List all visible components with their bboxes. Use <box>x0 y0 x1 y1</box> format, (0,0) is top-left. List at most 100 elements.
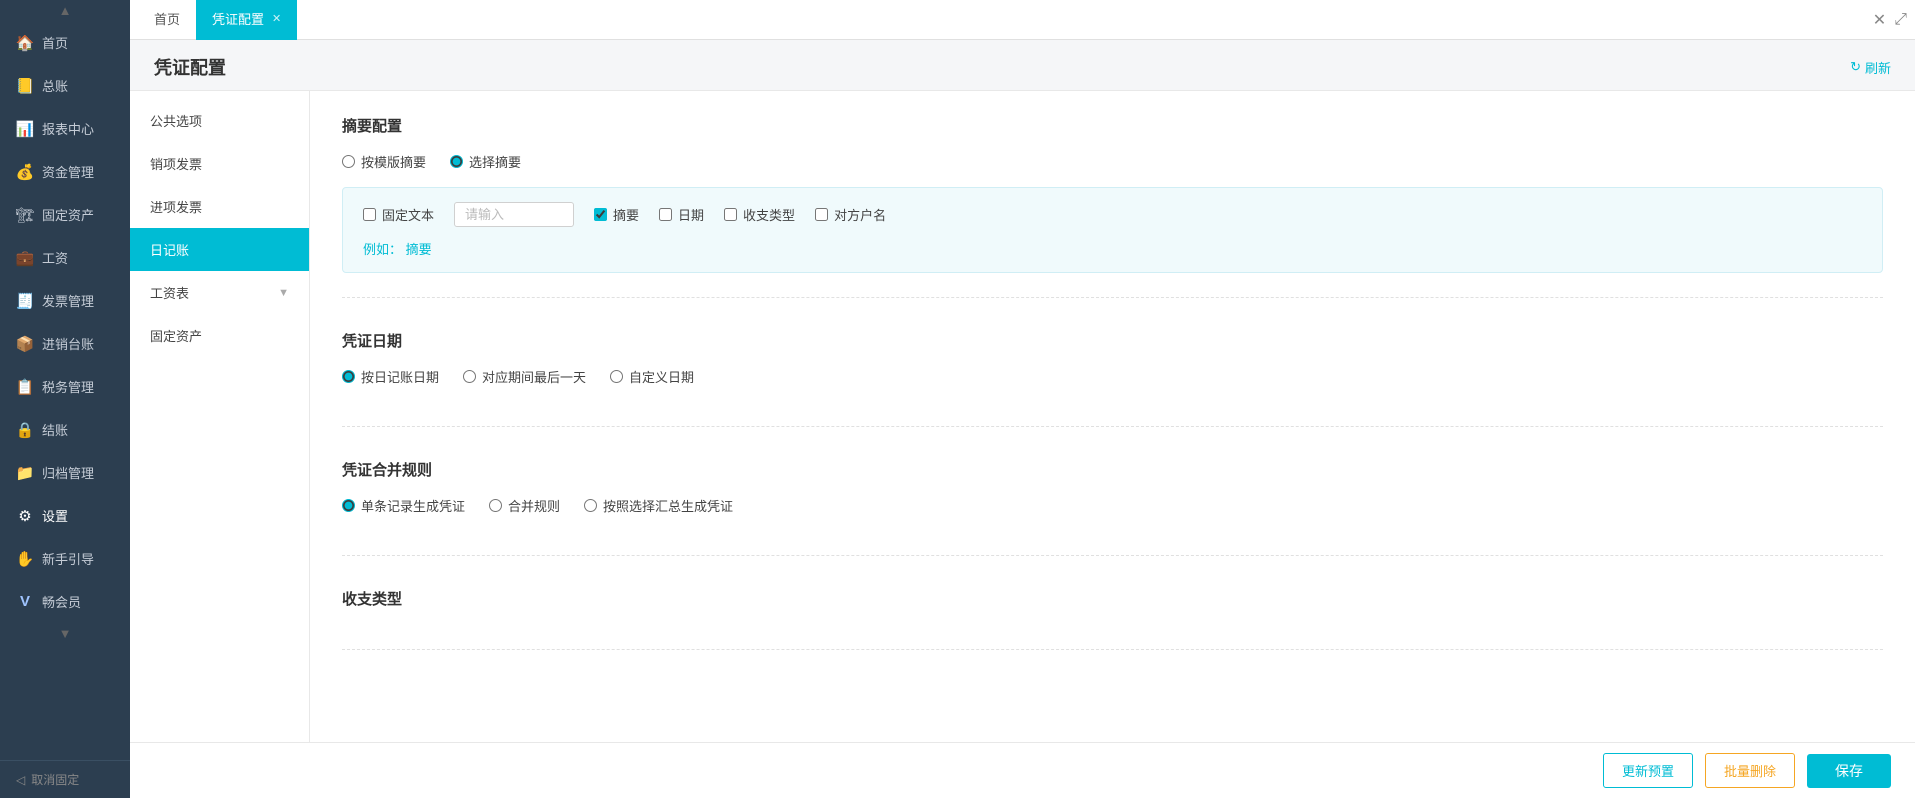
income-type-checkbox-label[interactable]: 收支类型 <box>724 205 795 224</box>
left-nav-payroll-label: 工资表 <box>150 283 189 302</box>
sidebar-label-fund: 资金管理 <box>42 162 94 181</box>
sidebar-item-salary[interactable]: 💼 工资 <box>0 236 130 279</box>
sidebar-unpin-button[interactable]: ◁ 取消固定 <box>0 760 130 798</box>
sidebar-item-settings[interactable]: ⚙ 设置 <box>0 494 130 537</box>
merge-section-title: 凭证合并规则 <box>342 459 1883 480</box>
sidebar-item-fund[interactable]: 💰 资金管理 <box>0 150 130 193</box>
tab-voucher-config-label: 凭证配置 <box>212 9 264 28</box>
tab-home[interactable]: 首页 <box>138 0 196 40</box>
refresh-label: 刷新 <box>1865 58 1891 77</box>
fixed-text-input[interactable] <box>454 202 574 227</box>
tab-close-icon[interactable]: ✕ <box>272 12 281 25</box>
sidebar-label-invoice: 发票管理 <box>42 291 94 310</box>
journal-date-label[interactable]: 按日记账日期 <box>342 367 439 386</box>
sidebar-item-member[interactable]: V 畅会员 <box>0 580 130 623</box>
sidebar-item-guide[interactable]: ✋ 新手引导 <box>0 537 130 580</box>
sidebar-item-close[interactable]: 🔒 结账 <box>0 408 130 451</box>
settings-icon: ⚙ <box>16 507 34 525</box>
fixed-text-checkbox-label[interactable]: 固定文本 <box>363 205 434 224</box>
left-nav-public-label: 公共选项 <box>150 111 202 130</box>
tab-voucher-config[interactable]: 凭证配置 ✕ <box>196 0 297 40</box>
save-button[interactable]: 保存 <box>1807 754 1891 788</box>
left-nav-journal[interactable]: 日记账 <box>130 228 309 271</box>
batch-delete-button[interactable]: 批量删除 <box>1705 753 1795 788</box>
guide-icon: ✋ <box>16 550 34 568</box>
unpin-icon: ◁ <box>16 773 25 787</box>
journal-date-radio[interactable] <box>342 370 355 383</box>
left-nav-purchase-invoice[interactable]: 进项发票 <box>130 185 309 228</box>
left-nav-fixed-asset[interactable]: 固定资产 <box>130 314 309 357</box>
purchase-icon: 📦 <box>16 335 34 353</box>
sidebar-item-asset[interactable]: 🏗 固定资产 <box>0 193 130 236</box>
summary-checkbox-group: 固定文本 摘要 日期 <box>363 202 1862 227</box>
fund-icon: 💰 <box>16 163 34 181</box>
fixed-text-checkbox[interactable] <box>363 208 376 221</box>
asset-icon: 🏗 <box>16 206 34 224</box>
sidebar-label-purchase: 进销台账 <box>42 334 94 353</box>
refresh-icon: ↻ <box>1850 59 1861 75</box>
sidebar-item-archive[interactable]: 📁 归档管理 <box>0 451 130 494</box>
sidebar-item-report[interactable]: 📊 报表中心 <box>0 107 130 150</box>
custom-date-radio[interactable] <box>610 370 623 383</box>
last-day-label[interactable]: 对应期间最后一天 <box>463 367 586 386</box>
update-preview-button[interactable]: 更新预置 <box>1603 753 1693 788</box>
summary-checkbox[interactable] <box>594 208 607 221</box>
window-close-icon[interactable]: ✕ <box>1873 10 1886 30</box>
income-type-section: 收支类型 <box>342 588 1883 650</box>
income-type-checkbox[interactable] <box>724 208 737 221</box>
sidebar-label-archive: 归档管理 <box>42 463 94 482</box>
sidebar-item-purchase[interactable]: 📦 进销台账 <box>0 322 130 365</box>
merge-section: 凭证合并规则 单条记录生成凭证 合并规则 按照选择汇总生成凭证 <box>342 459 1883 556</box>
date-checkbox[interactable] <box>659 208 672 221</box>
report-icon: 📊 <box>16 120 34 138</box>
sidebar-item-tax[interactable]: 📋 税务管理 <box>0 365 130 408</box>
sidebar-scroll-up[interactable]: ▲ <box>0 0 130 21</box>
summary-section-title: 摘要配置 <box>342 115 1883 136</box>
sidebar-scroll-down[interactable]: ▼ <box>0 623 130 644</box>
summary-checkbox-row: 固定文本 摘要 日期 <box>342 187 1883 273</box>
sidebar-label-settings: 设置 <box>42 506 68 525</box>
single-record-label[interactable]: 单条记录生成凭证 <box>342 496 465 515</box>
custom-date-label[interactable]: 自定义日期 <box>610 367 694 386</box>
counterparty-checkbox[interactable] <box>815 208 828 221</box>
content-area: 凭证配置 ↻ 刷新 公共选项 销项发票 进项发票 日记账 <box>130 40 1915 798</box>
home-icon: 🏠 <box>16 34 34 52</box>
left-nav-purchase-label: 进项发票 <box>150 197 202 216</box>
sidebar-label-report: 报表中心 <box>42 119 94 138</box>
left-nav-sales-invoice[interactable]: 销项发票 <box>130 142 309 185</box>
summary-checkbox-label[interactable]: 摘要 <box>594 205 639 224</box>
window-expand-icon[interactable]: ⤢ <box>1894 11 1907 29</box>
summary-template-radio[interactable] <box>342 155 355 168</box>
left-nav: 公共选项 销项发票 进项发票 日记账 工资表 ▼ 固定资产 <box>130 91 310 742</box>
close-account-icon: 🔒 <box>16 421 34 439</box>
summary-radio-select[interactable]: 选择摘要 <box>450 152 521 171</box>
summary-select-radio[interactable] <box>450 155 463 168</box>
sidebar-item-ledger[interactable]: 📒 总账 <box>0 64 130 107</box>
inner-layout: 公共选项 销项发票 进项发票 日记账 工资表 ▼ 固定资产 <box>130 91 1915 742</box>
left-nav-payroll[interactable]: 工资表 ▼ <box>130 271 309 314</box>
sidebar-label-member: 畅会员 <box>42 592 81 611</box>
bottom-bar: 更新预置 批量删除 保存 <box>130 742 1915 798</box>
merge-rule-radio[interactable] <box>489 499 502 512</box>
refresh-button[interactable]: ↻ 刷新 <box>1850 58 1891 77</box>
date-checkbox-label[interactable]: 日期 <box>659 205 704 224</box>
merge-radio-group: 单条记录生成凭证 合并规则 按照选择汇总生成凭证 <box>342 496 1883 515</box>
sidebar-label-guide: 新手引导 <box>42 549 94 568</box>
last-day-radio[interactable] <box>463 370 476 383</box>
sidebar-label-tax: 税务管理 <box>42 377 94 396</box>
summary-section: 摘要配置 按模版摘要 选择摘要 <box>342 115 1883 298</box>
sidebar-item-home[interactable]: 🏠 首页 <box>0 21 130 64</box>
summary-example: 例如： 摘要 <box>363 239 1862 258</box>
summary-generate-label[interactable]: 按照选择汇总生成凭证 <box>584 496 733 515</box>
page-header: 凭证配置 ↻ 刷新 <box>130 40 1915 91</box>
counterparty-checkbox-label[interactable]: 对方户名 <box>815 205 886 224</box>
tab-bar: 首页 凭证配置 ✕ ✕ ⤢ <box>130 0 1915 40</box>
single-record-radio[interactable] <box>342 499 355 512</box>
invoice-icon: 🧾 <box>16 292 34 310</box>
sidebar-label-salary: 工资 <box>42 248 68 267</box>
sidebar-item-invoice[interactable]: 🧾 发票管理 <box>0 279 130 322</box>
summary-generate-radio[interactable] <box>584 499 597 512</box>
left-nav-public[interactable]: 公共选项 <box>130 99 309 142</box>
summary-radio-template[interactable]: 按模版摘要 <box>342 152 426 171</box>
merge-rule-label[interactable]: 合并规则 <box>489 496 560 515</box>
